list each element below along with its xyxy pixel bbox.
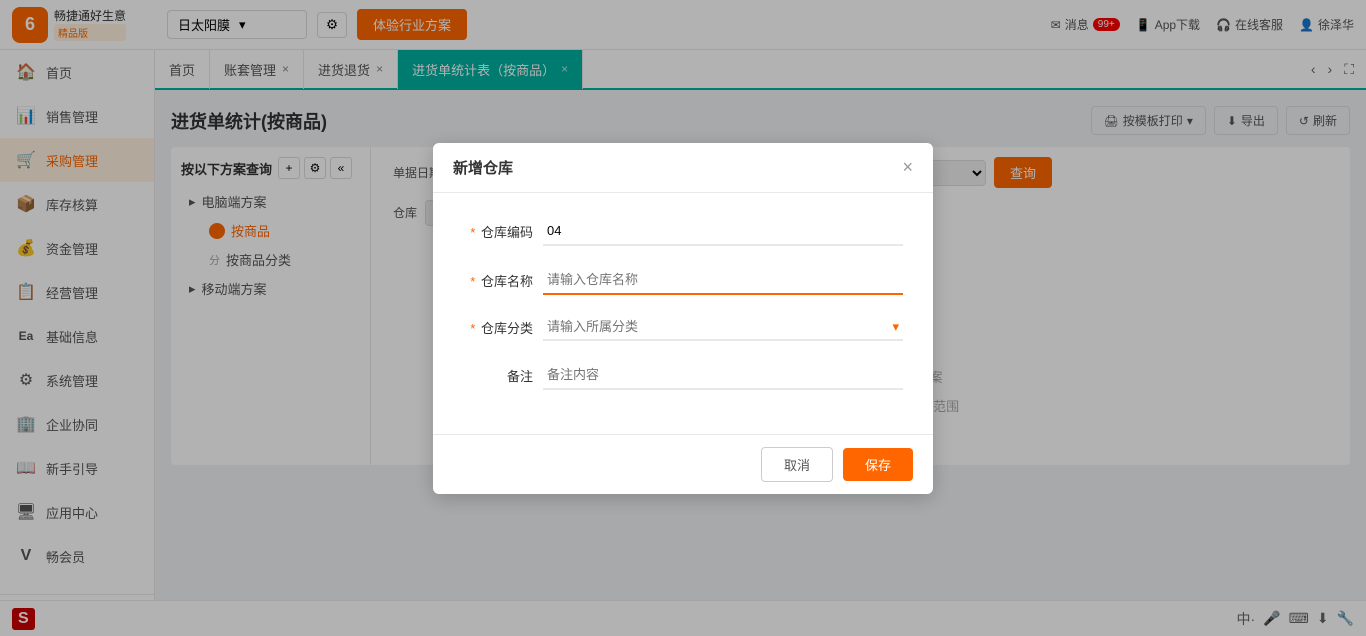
form-category-label: * 仓库分类 [463,318,533,337]
cancel-button[interactable]: 取消 [761,447,833,482]
required-star: * [470,225,475,240]
modal-close-button[interactable]: × [902,157,913,178]
modal-overlay: 新增仓库 × * 仓库编码 * 仓库名称 [0,0,1366,636]
form-name-label: * 仓库名称 [463,271,533,290]
warehouse-code-input[interactable] [543,217,903,246]
form-row-remark: 备注 [463,361,903,390]
warehouse-category-input[interactable] [547,319,892,334]
form-row-name: * 仓库名称 [463,266,903,295]
modal-footer: 取消 保存 [433,434,933,494]
form-code-label: * 仓库编码 [463,222,533,241]
form-remark-label: 备注 [463,366,533,385]
modal-title: 新增仓库 [453,157,513,178]
warehouse-name-input[interactable] [543,266,903,295]
form-row-category: * 仓库分类 ▾ [463,315,903,341]
category-chevron-icon: ▾ [892,319,899,335]
save-button[interactable]: 保存 [843,448,913,481]
required-star-category: * [470,321,475,336]
warehouse-category-select-wrapper[interactable]: ▾ [543,315,903,341]
modal-header: 新增仓库 × [433,143,933,193]
required-star-name: * [470,274,475,289]
modal-body: * 仓库编码 * 仓库名称 * 仓库分类 [433,193,933,434]
modal-add-warehouse: 新增仓库 × * 仓库编码 * 仓库名称 [433,143,933,494]
remark-input[interactable] [543,361,903,390]
form-row-code: * 仓库编码 [463,217,903,246]
